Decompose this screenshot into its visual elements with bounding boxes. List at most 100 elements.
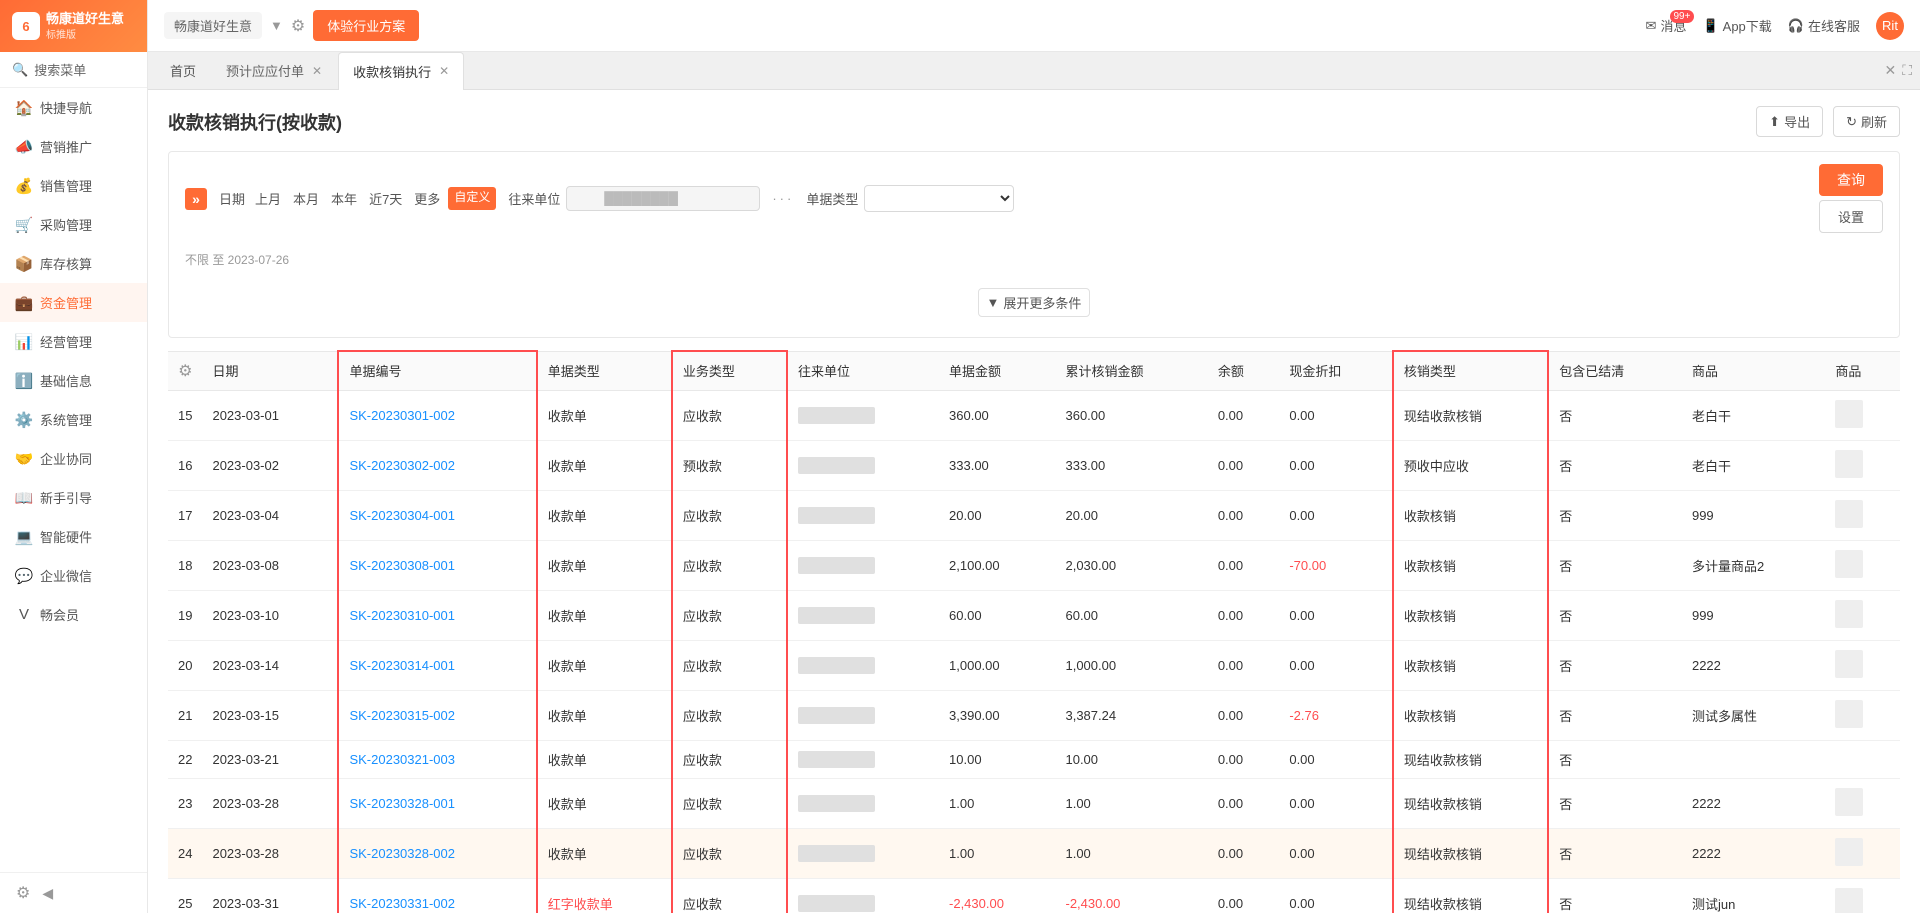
cell-amount: 1.00 (939, 828, 1055, 878)
sidebar-item-system[interactable]: ⚙️ 系统管理 (0, 400, 147, 439)
cell-partner: ████ (787, 878, 939, 913)
bill-no-link[interactable]: SK-20230321-003 (349, 752, 455, 767)
filter-expand-more-btn[interactable]: ▼ 展开更多条件 (978, 288, 1091, 317)
hardware-icon: 💻 (16, 529, 32, 545)
refresh-btn[interactable]: ↻ 刷新 (1833, 106, 1900, 137)
sidebar-item-cooperation[interactable]: 🤝 企业协同 (0, 439, 147, 478)
cell-num: 23 (168, 778, 202, 828)
cell-discount: -2.76 (1279, 690, 1392, 740)
sidebar-item-sales[interactable]: 💰 销售管理 (0, 166, 147, 205)
cell-num: 18 (168, 540, 202, 590)
settings-btn[interactable]: 设置 (1819, 200, 1883, 233)
sidebar-search[interactable]: 🔍 搜索菜单 (0, 52, 147, 88)
company-selector[interactable]: 畅康道好生意 (164, 12, 262, 39)
cell-goods2 (1825, 490, 1900, 540)
sidebar-item-inventory[interactable]: 📦 库存核算 (0, 244, 147, 283)
cell-num: 17 (168, 490, 202, 540)
sales-icon: 💰 (16, 178, 32, 194)
sidebar: 6 畅康道好生意 标推版 🔍 搜索菜单 🏠 快捷导航 📣 营销推广 💰 销售管理… (0, 0, 148, 913)
cell-included: 否 (1548, 640, 1682, 690)
user-avatar[interactable]: Rit (1876, 12, 1904, 40)
bill-no-link[interactable]: SK-20230301-002 (349, 408, 455, 423)
cell-num: 19 (168, 590, 202, 640)
cell-bill-no: SK-20230331-002 (338, 878, 536, 913)
table-row: 23 2023-03-28 SK-20230328-001 收款单 应收款 ██… (168, 778, 1900, 828)
cell-included: 否 (1548, 778, 1682, 828)
cell-num: 20 (168, 640, 202, 690)
search-icon: 🔍 (12, 62, 28, 78)
logo-icon: 6 (12, 12, 40, 40)
tab-receivable[interactable]: 预计应应付单 ✕ (212, 52, 336, 90)
cell-partner: ████ (787, 690, 939, 740)
sidebar-item-quicknav[interactable]: 🏠 快捷导航 (0, 88, 147, 127)
cell-included: 否 (1548, 540, 1682, 590)
cell-amount: 333.00 (939, 440, 1055, 490)
sidebar-item-wechat[interactable]: 💬 企业微信 (0, 556, 147, 595)
bill-no-link[interactable]: SK-20230315-002 (349, 708, 455, 723)
bill-no-link[interactable]: SK-20230331-002 (349, 896, 455, 911)
tab-collection[interactable]: 收款核销执行 ✕ (338, 52, 464, 90)
cell-bill-no: SK-20230310-001 (338, 590, 536, 640)
tab-receivable-close[interactable]: ✕ (312, 64, 322, 78)
date-btn-more[interactable]: 更多 (410, 187, 444, 210)
cell-biz-type: 应收款 (672, 390, 787, 440)
filter-expand-btn[interactable]: » (185, 188, 207, 210)
query-btn[interactable]: 查询 (1819, 164, 1883, 196)
solution-btn[interactable]: 体验行业方案 (313, 10, 419, 41)
cell-biz-type: 应收款 (672, 590, 787, 640)
dropdown-chevron-icon[interactable]: ▼ (270, 18, 283, 33)
bill-no-link[interactable]: SK-20230328-002 (349, 846, 455, 861)
cell-num: 22 (168, 740, 202, 778)
app-download-btn[interactable]: 📱 App下载 (1702, 16, 1771, 35)
bill-no-link[interactable]: SK-20230314-001 (349, 658, 455, 673)
collapse-icon[interactable]: ◀ (42, 885, 53, 902)
receipt-type-select[interactable] (864, 185, 1014, 212)
date-btn-this-year[interactable]: 本年 (327, 187, 361, 210)
tab-home[interactable]: 首页 (156, 52, 210, 90)
sidebar-item-member[interactable]: V 畅会员 (0, 595, 147, 634)
cell-accum: 20.00 (1055, 490, 1207, 540)
date-btn-7days[interactable]: 近7天 (365, 187, 406, 210)
sidebar-item-hardware[interactable]: 💻 智能硬件 (0, 517, 147, 556)
cell-date: 2023-03-04 (202, 490, 338, 540)
cell-accum: 1.00 (1055, 778, 1207, 828)
cell-amount: 10.00 (939, 740, 1055, 778)
bill-no-link[interactable]: SK-20230310-001 (349, 608, 455, 623)
sidebar-item-guide[interactable]: 📖 新手引导 (0, 478, 147, 517)
partner-input[interactable] (566, 186, 760, 211)
sidebar-item-purchase[interactable]: 🛒 采购管理 (0, 205, 147, 244)
cell-partner: ████ (787, 778, 939, 828)
column-settings-icon[interactable]: ⚙ (178, 363, 192, 380)
settings-icon[interactable]: ⚙ (16, 883, 30, 903)
cell-bill-type: 收款单 (537, 828, 672, 878)
bill-no-link[interactable]: SK-20230308-001 (349, 558, 455, 573)
tab-collection-close[interactable]: ✕ (439, 64, 449, 78)
sidebar-item-marketing[interactable]: 📣 营销推广 (0, 127, 147, 166)
cell-biz-type: 应收款 (672, 490, 787, 540)
cell-discount: 0.00 (1279, 878, 1392, 913)
finance-icon: 💼 (16, 295, 32, 311)
inventory-icon: 📦 (16, 256, 32, 272)
bill-no-link[interactable]: SK-20230328-001 (349, 796, 455, 811)
tab-close-all-icon[interactable]: ✕ (1884, 62, 1896, 79)
th-date: 日期 (202, 351, 338, 390)
cell-goods1: 2222 (1682, 640, 1825, 690)
message-btn[interactable]: ✉ 消息 99+ (1646, 16, 1687, 35)
filter-bar: » 日期 上月 本月 本年 近7天 更多 自定义 往来单位 (168, 151, 1900, 338)
tab-receivable-label: 预计应应付单 (226, 61, 304, 80)
date-btn-this-month[interactable]: 本月 (289, 187, 323, 210)
sidebar-item-operation[interactable]: 📊 经营管理 (0, 322, 147, 361)
export-btn[interactable]: ⬆ 导出 (1756, 106, 1823, 137)
date-custom-btn[interactable]: 自定义 (448, 187, 496, 210)
cell-balance: 0.00 (1208, 390, 1280, 440)
sidebar-item-finance[interactable]: 💼 资金管理 (0, 283, 147, 322)
online-service-btn[interactable]: 🎧 在线客服 (1788, 16, 1860, 35)
date-btn-last-month[interactable]: 上月 (251, 187, 285, 210)
cell-goods1: 2222 (1682, 828, 1825, 878)
cell-bill-type: 收款单 (537, 590, 672, 640)
bill-no-link[interactable]: SK-20230304-001 (349, 508, 455, 523)
sidebar-item-basic[interactable]: ℹ️ 基础信息 (0, 361, 147, 400)
settings-gear-icon[interactable]: ⚙ (291, 16, 305, 36)
fullscreen-icon[interactable]: ⛶ (1902, 62, 1912, 79)
bill-no-link[interactable]: SK-20230302-002 (349, 458, 455, 473)
